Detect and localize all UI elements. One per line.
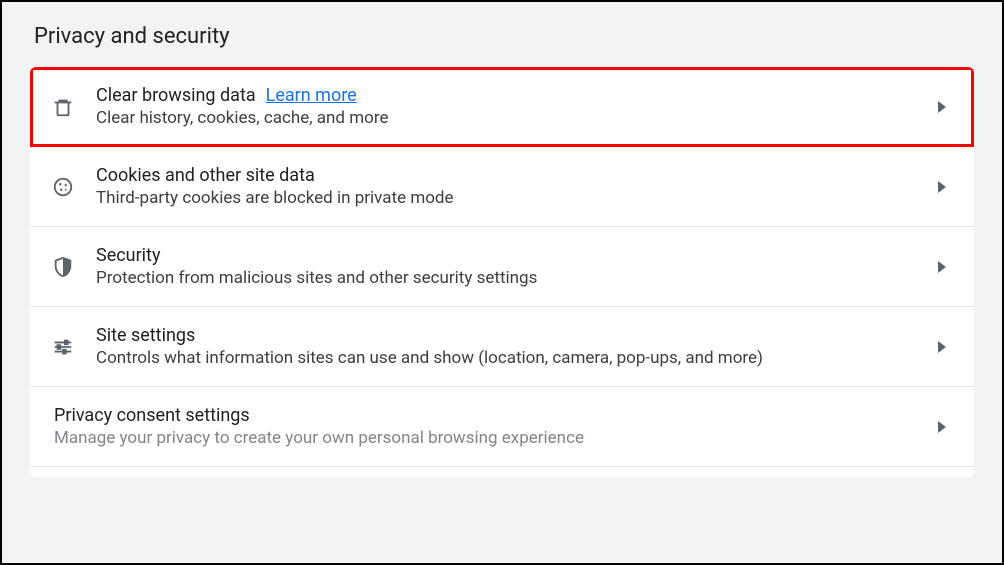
- row-text: Privacy consent settings Manage your pri…: [54, 405, 932, 448]
- row-text: Site settings Controls what information …: [96, 325, 932, 368]
- row-desc: Third-party cookies are blocked in priva…: [96, 188, 932, 208]
- chevron-right-icon: [932, 261, 952, 273]
- clear-browsing-data-row[interactable]: Clear browsing data Learn more Clear his…: [30, 67, 974, 147]
- chevron-right-icon: [932, 101, 952, 113]
- settings-card: Clear browsing data Learn more Clear his…: [30, 67, 974, 477]
- row-desc: Manage your privacy to create your own p…: [54, 428, 932, 448]
- row-title: Security: [96, 245, 160, 266]
- cookie-icon: [52, 176, 96, 198]
- row-desc: Protection from malicious sites and othe…: [96, 268, 932, 288]
- chevron-right-icon: [932, 341, 952, 353]
- row-text: Cookies and other site data Third-party …: [96, 165, 932, 208]
- sliders-icon: [52, 336, 96, 358]
- cookies-row[interactable]: Cookies and other site data Third-party …: [30, 147, 974, 227]
- row-desc: Clear history, cookies, cache, and more: [96, 108, 932, 128]
- section-title: Privacy and security: [30, 2, 974, 67]
- security-row[interactable]: Security Protection from malicious sites…: [30, 227, 974, 307]
- row-title: Privacy consent settings: [54, 405, 250, 426]
- privacy-consent-row[interactable]: Privacy consent settings Manage your pri…: [30, 387, 974, 467]
- row-text: Security Protection from malicious sites…: [96, 245, 932, 288]
- row-title: Clear browsing data: [96, 85, 256, 106]
- row-text: Clear browsing data Learn more Clear his…: [96, 85, 932, 128]
- shield-icon: [52, 256, 96, 278]
- chevron-right-icon: [932, 181, 952, 193]
- chevron-right-icon: [932, 421, 952, 433]
- row-title: Cookies and other site data: [96, 165, 315, 186]
- learn-more-link[interactable]: Learn more: [266, 85, 357, 106]
- site-settings-row[interactable]: Site settings Controls what information …: [30, 307, 974, 387]
- partial-row[interactable]: [30, 467, 974, 477]
- row-desc: Controls what information sites can use …: [96, 348, 932, 368]
- trash-icon: [52, 96, 96, 118]
- row-title: Site settings: [96, 325, 195, 346]
- privacy-security-section: Privacy and security Clear browsing data…: [2, 2, 1002, 477]
